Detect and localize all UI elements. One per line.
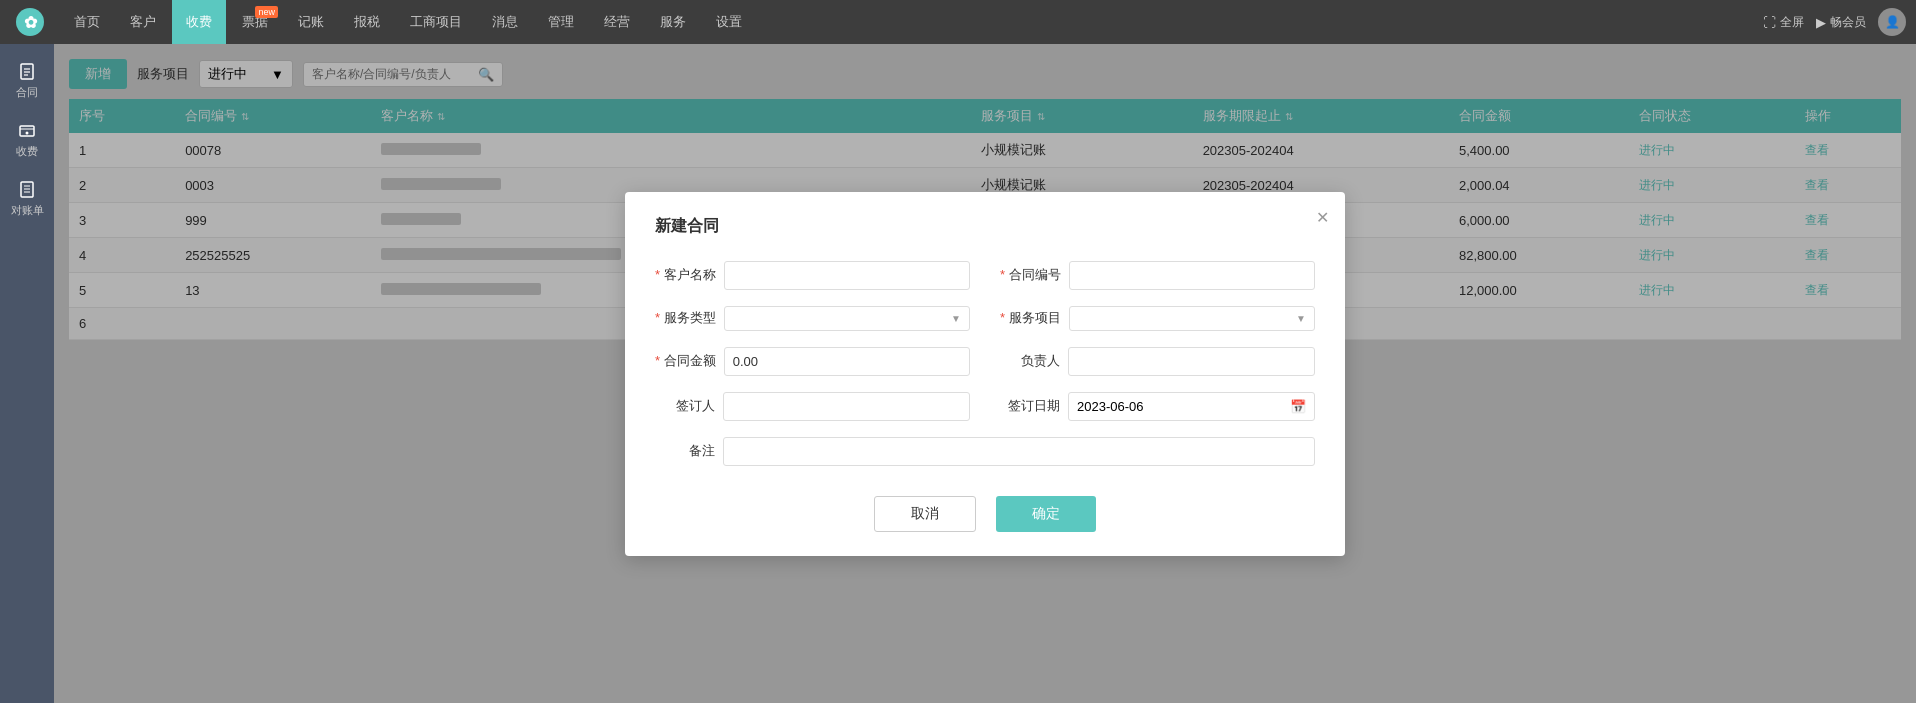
nav-item-business[interactable]: 工商项目 — [396, 0, 476, 44]
date-input-wrap: 📅 — [1068, 392, 1315, 421]
nav-item-message[interactable]: 消息 — [478, 0, 532, 44]
logo-icon: ✿ — [16, 8, 44, 36]
nav-items: 首页 客户 收费 票据 new 记账 报税 工商项目 消息 管理 经营 服务 设… — [60, 0, 1763, 44]
input-responsible[interactable] — [1068, 347, 1315, 376]
input-sign-date[interactable] — [1077, 399, 1286, 414]
nav-item-tax[interactable]: 报税 — [340, 0, 394, 44]
sidebar-item-statement[interactable]: 对账单 — [2, 172, 52, 226]
confirm-button[interactable]: 确定 — [996, 496, 1096, 532]
nav-item-service[interactable]: 服务 — [646, 0, 700, 44]
input-signer[interactable] — [723, 392, 970, 421]
fee-icon — [17, 121, 37, 141]
form-row-customer-name: 客户名称 — [655, 261, 970, 290]
label-service-type: 服务类型 — [655, 309, 716, 327]
service-item-arrow: ▼ — [1296, 313, 1306, 324]
form-row-amount: 合同金额 — [655, 347, 970, 376]
sidebar-item-contract[interactable]: 合同 — [2, 54, 52, 108]
label-service-item: 服务项目 — [1000, 309, 1061, 327]
label-contract-no: 合同编号 — [1000, 266, 1061, 284]
form-row-signer: 签订人 — [655, 392, 970, 421]
fullscreen-icon: ⛶ — [1763, 15, 1776, 30]
label-customer-name: 客户名称 — [655, 266, 716, 284]
nav-item-accounting[interactable]: 记账 — [284, 0, 338, 44]
modal-close-button[interactable]: ✕ — [1316, 208, 1329, 227]
nav-right: ⛶ 全屏 ▶ 畅会员 👤 — [1763, 8, 1906, 36]
nav-item-ticket[interactable]: 票据 new — [228, 0, 282, 44]
sidebar: 合同 收费 对账单 — [0, 44, 54, 703]
nav-item-customer[interactable]: 客户 — [116, 0, 170, 44]
modal-footer: 取消 确定 — [655, 496, 1315, 532]
input-customer-name[interactable] — [724, 261, 970, 290]
label-amount: 合同金额 — [655, 352, 716, 370]
main-layout: 合同 收费 对账单 — [0, 44, 1916, 703]
calendar-icon[interactable]: 📅 — [1290, 399, 1306, 414]
label-responsible: 负责人 — [1000, 352, 1060, 370]
top-nav: ✿ 首页 客户 收费 票据 new 记账 报税 工商项目 消息 管理 经营 服务… — [0, 0, 1916, 44]
modal-title: 新建合同 — [655, 216, 1315, 237]
input-amount[interactable] — [724, 347, 970, 376]
new-badge: new — [255, 6, 278, 18]
select-service-item[interactable]: ▼ — [1069, 306, 1315, 331]
logo: ✿ — [10, 0, 50, 44]
input-notes[interactable] — [723, 437, 1315, 466]
member-icon: ▶ — [1816, 15, 1826, 30]
input-contract-no[interactable] — [1069, 261, 1315, 290]
label-signer: 签订人 — [655, 397, 715, 415]
label-notes: 备注 — [655, 442, 715, 460]
form-row-responsible: 负责人 — [1000, 347, 1315, 376]
content-area: 新增 服务项目 进行中 ▼ 🔍 序号 合同编号⇅ 客户名称⇅ 服务项目⇅ 服务期… — [54, 44, 1916, 703]
form-row-service-item: 服务项目 ▼ — [1000, 306, 1315, 331]
contract-icon — [17, 62, 37, 82]
sidebar-item-fee[interactable]: 收费 — [2, 113, 52, 167]
modal: ✕ 新建合同 客户名称 合同编号 服务类型 — [625, 192, 1345, 556]
form-row-service-type: 服务类型 ▼ — [655, 306, 970, 331]
form-grid: 客户名称 合同编号 服务类型 ▼ — [655, 261, 1315, 466]
nav-item-fee[interactable]: 收费 — [172, 0, 226, 44]
select-service-type[interactable]: ▼ — [724, 306, 970, 331]
fullscreen-btn[interactable]: ⛶ 全屏 — [1763, 14, 1804, 31]
form-row-notes: 备注 — [655, 437, 1315, 466]
service-type-arrow: ▼ — [951, 313, 961, 324]
modal-overlay: ✕ 新建合同 客户名称 合同编号 服务类型 — [54, 44, 1916, 703]
form-row-sign-date: 签订日期 📅 — [1000, 392, 1315, 421]
nav-item-manage[interactable]: 管理 — [534, 0, 588, 44]
nav-item-operation[interactable]: 经营 — [590, 0, 644, 44]
form-row-contract-no: 合同编号 — [1000, 261, 1315, 290]
nav-item-home[interactable]: 首页 — [60, 0, 114, 44]
statement-icon — [17, 180, 37, 200]
nav-item-settings[interactable]: 设置 — [702, 0, 756, 44]
cancel-button[interactable]: 取消 — [874, 496, 976, 532]
label-sign-date: 签订日期 — [1000, 397, 1060, 415]
member-btn[interactable]: ▶ 畅会员 — [1816, 14, 1866, 31]
avatar[interactable]: 👤 — [1878, 8, 1906, 36]
svg-point-6 — [26, 132, 29, 135]
